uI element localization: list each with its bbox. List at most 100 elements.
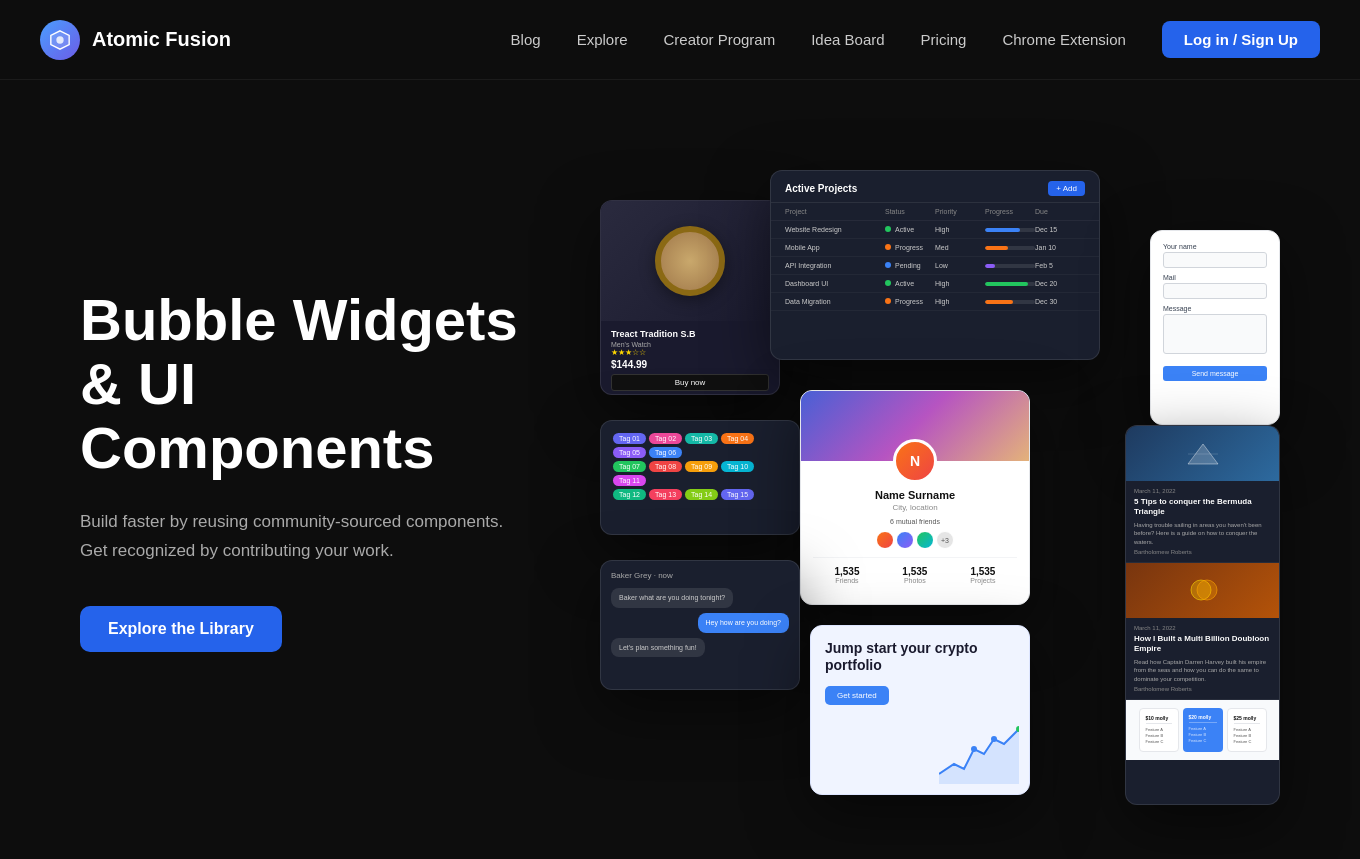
name-label: Your name <box>1163 243 1267 250</box>
logo-icon <box>40 20 80 60</box>
watch-buy-button[interactable]: Buy now <box>611 374 769 391</box>
row-progress <box>985 282 1035 286</box>
blog-card: March 11, 2022 5 Tips to conquer the Ber… <box>1125 425 1280 805</box>
tag-pill[interactable]: Tag 11 <box>613 475 646 486</box>
crypto-inner: Jump start your crypto portfolio Get sta… <box>811 626 1029 719</box>
tag-pill[interactable]: Tag 06 <box>649 447 682 458</box>
stat-num-projects: 1,535 <box>970 566 995 577</box>
tag-pill[interactable]: Tag 01 <box>613 433 646 444</box>
triangle-icon <box>1183 439 1223 469</box>
send-message-button[interactable]: Send message <box>1163 366 1267 381</box>
row-due: Dec 30 <box>1035 298 1085 305</box>
row-priority: Low <box>935 262 985 269</box>
row-progress <box>985 246 1035 250</box>
chat-card: Baker Grey · now Baker what are you doin… <box>600 560 800 690</box>
pricing-card-2: $20 mo/ly Feature AFeature BFeature C <box>1183 708 1223 752</box>
pricing-preview: $10 mo/ly Feature AFeature BFeature C $2… <box>1126 700 1279 760</box>
tag-pill[interactable]: Tag 13 <box>649 489 682 500</box>
col-status: Status <box>885 208 935 215</box>
hero-title: Bubble Widgets & UI Components <box>80 288 560 479</box>
tags-card: Tag 01 Tag 02 Tag 03 Tag 04 Tag 05 Tag 0… <box>600 420 800 535</box>
tag-pill[interactable]: Tag 09 <box>685 461 718 472</box>
tag-pill[interactable]: Tag 05 <box>613 447 646 458</box>
stat-num-photos: 1,535 <box>902 566 927 577</box>
crypto-chart <box>939 724 1019 784</box>
stat-friends: 1,535 Friends <box>834 566 859 584</box>
watch-subtitle: Men's Watch <box>611 341 769 348</box>
tag-pill[interactable]: Tag 14 <box>685 489 718 500</box>
tag-pill[interactable]: Tag 03 <box>685 433 718 444</box>
tags-row: Tag 07 Tag 08 Tag 09 Tag 10 Tag 11 <box>613 461 787 486</box>
row-name: API Integration <box>785 262 885 269</box>
col-progress: Progress <box>985 208 1035 215</box>
tag-pill[interactable]: Tag 04 <box>721 433 754 444</box>
login-signup-button[interactable]: Log in / Sign Up <box>1162 21 1320 58</box>
tag-pill[interactable]: Tag 15 <box>721 489 754 500</box>
nav-link-blog[interactable]: Blog <box>511 31 541 48</box>
stat-label-photos: Photos <box>902 577 927 584</box>
nav-links: Blog Explore Creator Program Idea Board … <box>511 21 1320 58</box>
name-input[interactable] <box>1163 252 1267 268</box>
row-name: Data Migration <box>785 298 885 305</box>
table-row: API Integration Pending Low Feb 5 <box>771 257 1099 275</box>
hero-subtitle-line2: Get recognized by contributing your work… <box>80 541 394 560</box>
row-progress <box>985 300 1035 304</box>
blog-article-image-2 <box>1126 563 1279 618</box>
contact-form-inner: Your name Mail Message Send message <box>1151 231 1279 393</box>
projects-card: Active Projects + Add Project Status Pri… <box>770 170 1100 360</box>
table-row: Website Redesign Active High Dec 15 <box>771 221 1099 239</box>
table-row: Mobile App Progress Med Jan 10 <box>771 239 1099 257</box>
blog-article-1: March 11, 2022 5 Tips to conquer the Ber… <box>1126 426 1279 563</box>
stat-photos: 1,535 Photos <box>902 566 927 584</box>
crypto-cta-button[interactable]: Get started <box>825 686 889 705</box>
tag-pill[interactable]: Tag 02 <box>649 433 682 444</box>
crypto-card: Jump start your crypto portfolio Get sta… <box>810 625 1030 795</box>
email-input[interactable] <box>1163 283 1267 299</box>
coins-icon <box>1183 575 1223 605</box>
blog-article-2: March 11, 2022 How I Built a Multi Billi… <box>1126 563 1279 700</box>
mutual-avatar-more: +3 <box>936 531 954 549</box>
row-due: Feb 5 <box>1035 262 1085 269</box>
add-project-button[interactable]: + Add <box>1048 181 1085 196</box>
blog-title-2: How I Built a Multi Billion Doubloon Emp… <box>1134 634 1271 655</box>
mutual-avatar <box>896 531 914 549</box>
nav-link-creator-program[interactable]: Creator Program <box>663 31 775 48</box>
message-label: Message <box>1163 305 1267 312</box>
row-progress <box>985 264 1035 268</box>
contact-form-card: Your name Mail Message Send message <box>1150 230 1280 425</box>
row-progress <box>985 228 1035 232</box>
svg-point-2 <box>971 746 977 752</box>
nav-logo[interactable]: Atomic Fusion <box>40 20 231 60</box>
watch-product-name: Treact Tradition S.B <box>611 329 769 339</box>
chat-header: Baker Grey · now <box>611 571 789 580</box>
row-status: Pending <box>885 262 935 269</box>
nav-link-explore[interactable]: Explore <box>577 31 628 48</box>
row-due: Jan 10 <box>1035 244 1085 251</box>
row-due: Dec 20 <box>1035 280 1085 287</box>
hero-subtitle: Build faster by reusing community-source… <box>80 508 560 566</box>
row-name: Mobile App <box>785 244 885 251</box>
row-name: Dashboard UI <box>785 280 885 287</box>
hero-section: Bubble Widgets & UI Components Build fas… <box>0 80 1360 859</box>
row-name: Website Redesign <box>785 226 885 233</box>
blog-date-2: March 11, 2022 <box>1134 625 1271 631</box>
blog-author-1: Bartholomew Roberts <box>1134 549 1271 555</box>
tag-pill[interactable]: Tag 10 <box>721 461 754 472</box>
tag-pill[interactable]: Tag 12 <box>613 489 646 500</box>
tags-row: Tag 01 Tag 02 Tag 03 Tag 04 Tag 05 Tag 0… <box>613 433 787 458</box>
tag-pill[interactable]: Tag 07 <box>613 461 646 472</box>
profile-name: Name Surname <box>813 489 1017 501</box>
chat-message-received: Baker what are you doing tonight? <box>611 588 733 608</box>
watch-image <box>601 201 779 321</box>
stat-num-friends: 1,535 <box>834 566 859 577</box>
nav-link-idea-board[interactable]: Idea Board <box>811 31 884 48</box>
hero-subtitle-line1: Build faster by reusing community-source… <box>80 512 503 531</box>
tag-pill[interactable]: Tag 08 <box>649 461 682 472</box>
explore-library-button[interactable]: Explore the Library <box>80 606 282 652</box>
nav-link-chrome-extension[interactable]: Chrome Extension <box>1002 31 1125 48</box>
message-textarea[interactable] <box>1163 314 1267 354</box>
brand-name: Atomic Fusion <box>92 28 231 51</box>
chat-messages: Baker what are you doing tonight? Hey ho… <box>611 588 789 662</box>
profile-card: N Name Surname City, location 6 mutual f… <box>800 390 1030 605</box>
nav-link-pricing[interactable]: Pricing <box>921 31 967 48</box>
